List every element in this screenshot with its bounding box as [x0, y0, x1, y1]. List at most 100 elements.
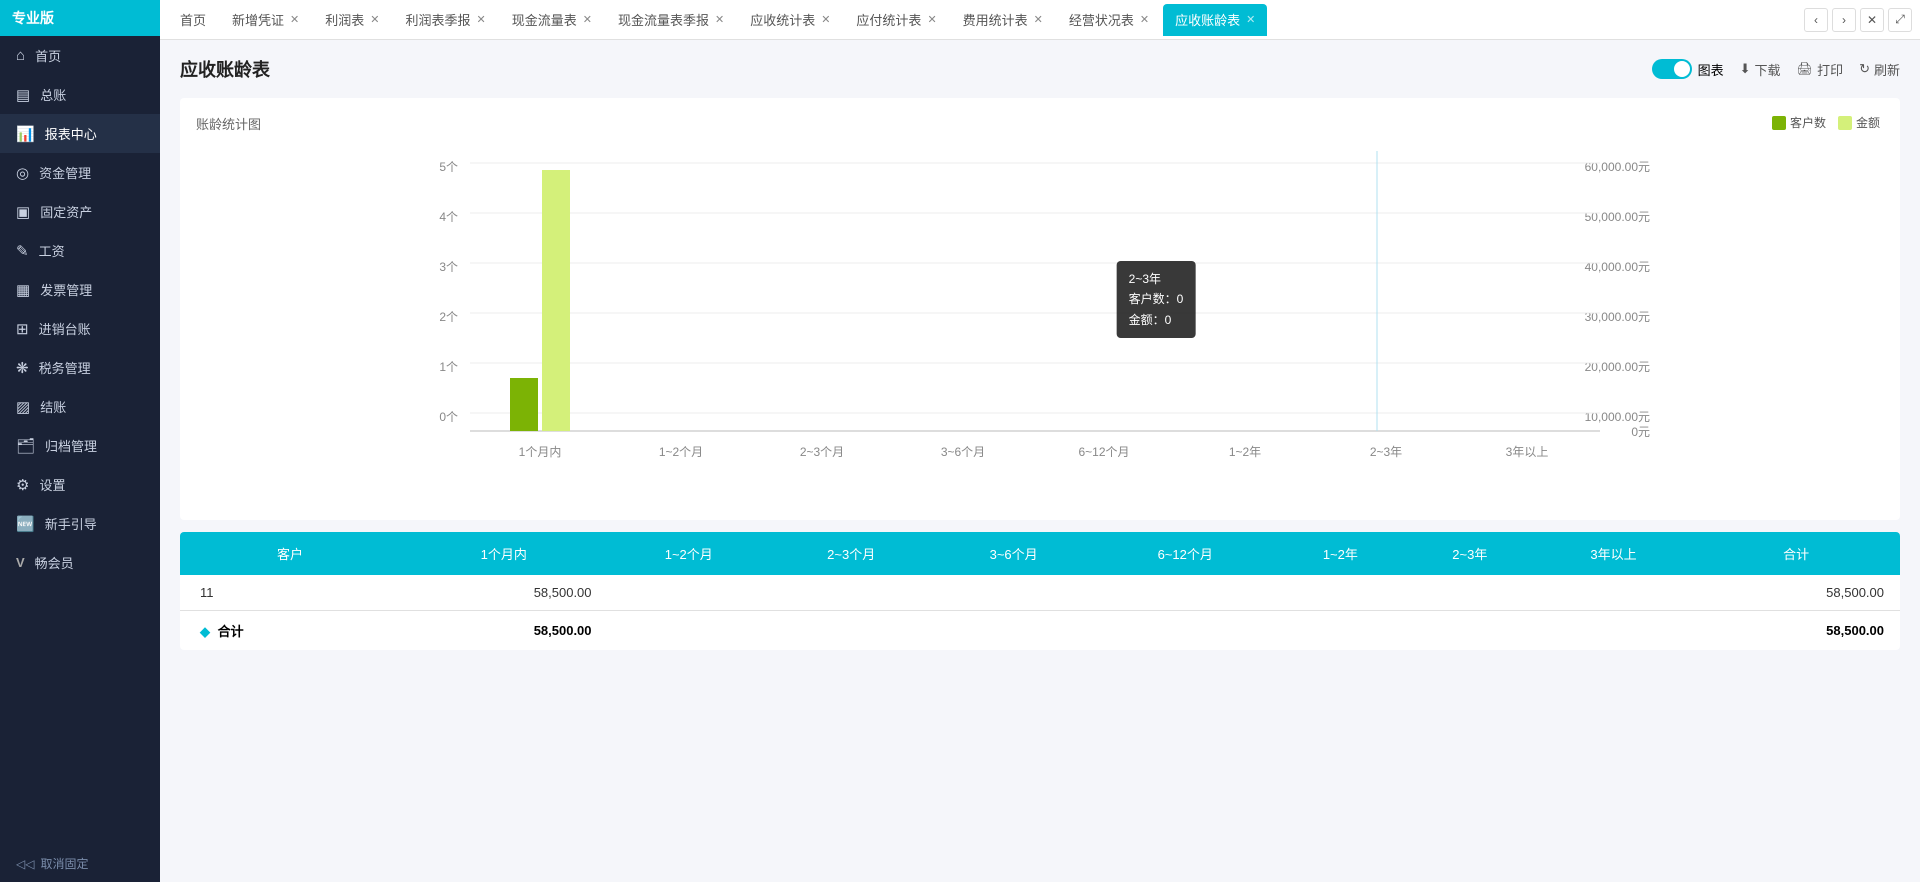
cell-m1: 58,500.00 — [400, 575, 608, 611]
svg-text:0元: 0元 — [1631, 425, 1650, 439]
footer-m612 — [1095, 611, 1276, 651]
sidebar-item-label: 进销台账 — [39, 319, 91, 338]
data-table: 客户 1个月内 1~2个月 2~3个月 3~6个月 6~12个月 1~2年 2~… — [180, 532, 1900, 650]
download-icon: ⬇ — [1740, 61, 1751, 77]
tab-profit[interactable]: 利润表 ✕ — [313, 4, 391, 36]
tab-ar-stat-close[interactable]: ✕ — [821, 13, 830, 26]
tab-home[interactable]: 首页 — [168, 4, 218, 36]
sidebar-item-reports[interactable]: 📊 报表中心 — [0, 114, 160, 153]
svg-text:30,000.00元: 30,000.00元 — [1585, 310, 1650, 324]
tab-voucher[interactable]: 新增凭证 ✕ — [220, 4, 311, 36]
svg-text:1个月内: 1个月内 — [519, 445, 562, 459]
sidebar-item-label: 税务管理 — [39, 358, 91, 377]
cell-total: 58,500.00 — [1692, 575, 1900, 611]
inventory-icon: ⊞ — [16, 320, 29, 338]
tab-home-label: 首页 — [180, 10, 206, 29]
svg-text:1~2年: 1~2年 — [1229, 445, 1261, 459]
sidebar-item-funds[interactable]: ◎ 资金管理 — [0, 153, 160, 192]
tab-profit-close[interactable]: ✕ — [370, 13, 379, 26]
svg-text:5个: 5个 — [439, 160, 458, 174]
tab-ap-stat-close[interactable]: ✕ — [927, 13, 936, 26]
sidebar-item-guide[interactable]: 🆕 新手引导 — [0, 504, 160, 543]
tab-cashflow-close[interactable]: ✕ — [583, 13, 592, 26]
svg-text:1个: 1个 — [439, 360, 458, 374]
tab-expand-btn[interactable]: ⤢ — [1888, 8, 1912, 32]
tab-cashflow[interactable]: 现金流量表 ✕ — [500, 4, 604, 36]
sidebar-item-assets[interactable]: ▣ 固定资产 — [0, 192, 160, 231]
tab-close-all-btn[interactable]: ✕ — [1860, 8, 1884, 32]
page-title: 应收账龄表 — [180, 56, 270, 82]
col-y12: 1~2年 — [1276, 532, 1405, 575]
archive-icon: 🗂 — [16, 437, 35, 455]
chart-wrap: 5个 4个 3个 2个 1个 0个 60,000.00元 50,000.00元 … — [196, 141, 1884, 504]
sidebar-item-label: 归档管理 — [45, 436, 97, 455]
sidebar-item-closing[interactable]: ▨ 结账 — [0, 387, 160, 426]
refresh-btn[interactable]: ↻ 刷新 — [1859, 60, 1900, 79]
download-btn[interactable]: ⬇ 下载 — [1740, 60, 1781, 79]
svg-text:2个: 2个 — [439, 310, 458, 324]
sidebar-item-label: 新手引导 — [45, 514, 97, 533]
svg-text:3个: 3个 — [439, 260, 458, 274]
sidebar-item-inventory[interactable]: ⊞ 进销台账 — [0, 309, 160, 348]
legend-amount: 金额 — [1838, 114, 1880, 131]
sidebar-item-ledger[interactable]: ▤ 总账 — [0, 75, 160, 114]
svg-text:0个: 0个 — [439, 410, 458, 424]
print-label: 打印 — [1817, 60, 1843, 79]
cell-m12 — [608, 575, 770, 611]
tab-biz-close[interactable]: ✕ — [1140, 13, 1149, 26]
tab-next-btn[interactable]: › — [1832, 8, 1856, 32]
col-m36: 3~6个月 — [932, 532, 1094, 575]
tab-prev-btn[interactable]: ‹ — [1804, 8, 1828, 32]
tab-biz[interactable]: 经营状况表 ✕ — [1057, 4, 1161, 36]
svg-text:2~3个月: 2~3个月 — [800, 445, 844, 459]
cell-y23 — [1405, 575, 1534, 611]
footer-m23 — [770, 611, 932, 651]
sidebar-item-salary[interactable]: ✎ 工资 — [0, 231, 160, 270]
sidebar-item-label: 总账 — [40, 85, 66, 104]
cell-m612 — [1095, 575, 1276, 611]
sidebar-item-archive[interactable]: 🗂 归档管理 — [0, 426, 160, 465]
funds-icon: ◎ — [16, 164, 29, 182]
footer-m12 — [608, 611, 770, 651]
tab-voucher-close[interactable]: ✕ — [290, 13, 299, 26]
tax-icon: ❋ — [16, 359, 29, 377]
tab-cashflow-q[interactable]: 现金流量表季报 ✕ — [606, 4, 736, 36]
sidebar-item-home[interactable]: ⌂ 首页 — [0, 36, 160, 75]
sidebar-item-tax[interactable]: ❋ 税务管理 — [0, 348, 160, 387]
tab-ar-stat[interactable]: 应收统计表 ✕ — [738, 4, 842, 36]
unpin-label: 取消固定 — [40, 855, 88, 872]
chart-toggle-wrap: 图表 — [1652, 59, 1724, 79]
bar-amount-0 — [542, 170, 570, 431]
legend-customers-dot — [1772, 116, 1786, 130]
tab-ar-aging-close[interactable]: ✕ — [1246, 13, 1255, 26]
footer-m1: 58,500.00 — [400, 611, 608, 651]
tab-ap-stat[interactable]: 应付统计表 ✕ — [844, 4, 948, 36]
sidebar-item-invoice[interactable]: ▦ 发票管理 — [0, 270, 160, 309]
tab-expense[interactable]: 费用统计表 ✕ — [951, 4, 1055, 36]
tab-profit-q-close[interactable]: ✕ — [477, 13, 486, 26]
sidebar-unpin[interactable]: ◁◁ 取消固定 — [0, 845, 160, 882]
print-btn[interactable]: 🖨 打印 — [1797, 60, 1844, 79]
footer-label: ◆ 合计 — [180, 611, 400, 651]
footer-y3plus — [1535, 611, 1693, 651]
sidebar-item-label: 固定资产 — [40, 202, 92, 221]
cell-y3plus — [1535, 575, 1693, 611]
closing-icon: ▨ — [16, 398, 30, 416]
assets-icon: ▣ — [16, 203, 30, 221]
sidebar-item-settings[interactable]: ⚙ 设置 — [0, 465, 160, 504]
sidebar-item-label: 报表中心 — [45, 124, 97, 143]
tab-ar-aging[interactable]: 应收账龄表 ✕ — [1163, 4, 1267, 36]
col-m1: 1个月内 — [400, 532, 608, 575]
tab-ap-stat-label: 应付统计表 — [856, 10, 921, 29]
tab-expense-close[interactable]: ✕ — [1034, 13, 1043, 26]
chart-toggle[interactable] — [1652, 59, 1692, 79]
chart-title: 账龄统计图 — [196, 114, 1884, 133]
sidebar-item-label: 资金管理 — [39, 163, 91, 182]
chart-legend: 客户数 金额 — [1772, 114, 1880, 131]
tab-profit-q[interactable]: 利润表季报 ✕ — [393, 4, 497, 36]
sidebar-item-vip[interactable]: V 畅会员 — [0, 543, 160, 582]
tab-cashflow-q-close[interactable]: ✕ — [715, 13, 724, 26]
salary-icon: ✎ — [16, 242, 29, 260]
tab-ar-stat-label: 应收统计表 — [750, 10, 815, 29]
col-m23: 2~3个月 — [770, 532, 932, 575]
